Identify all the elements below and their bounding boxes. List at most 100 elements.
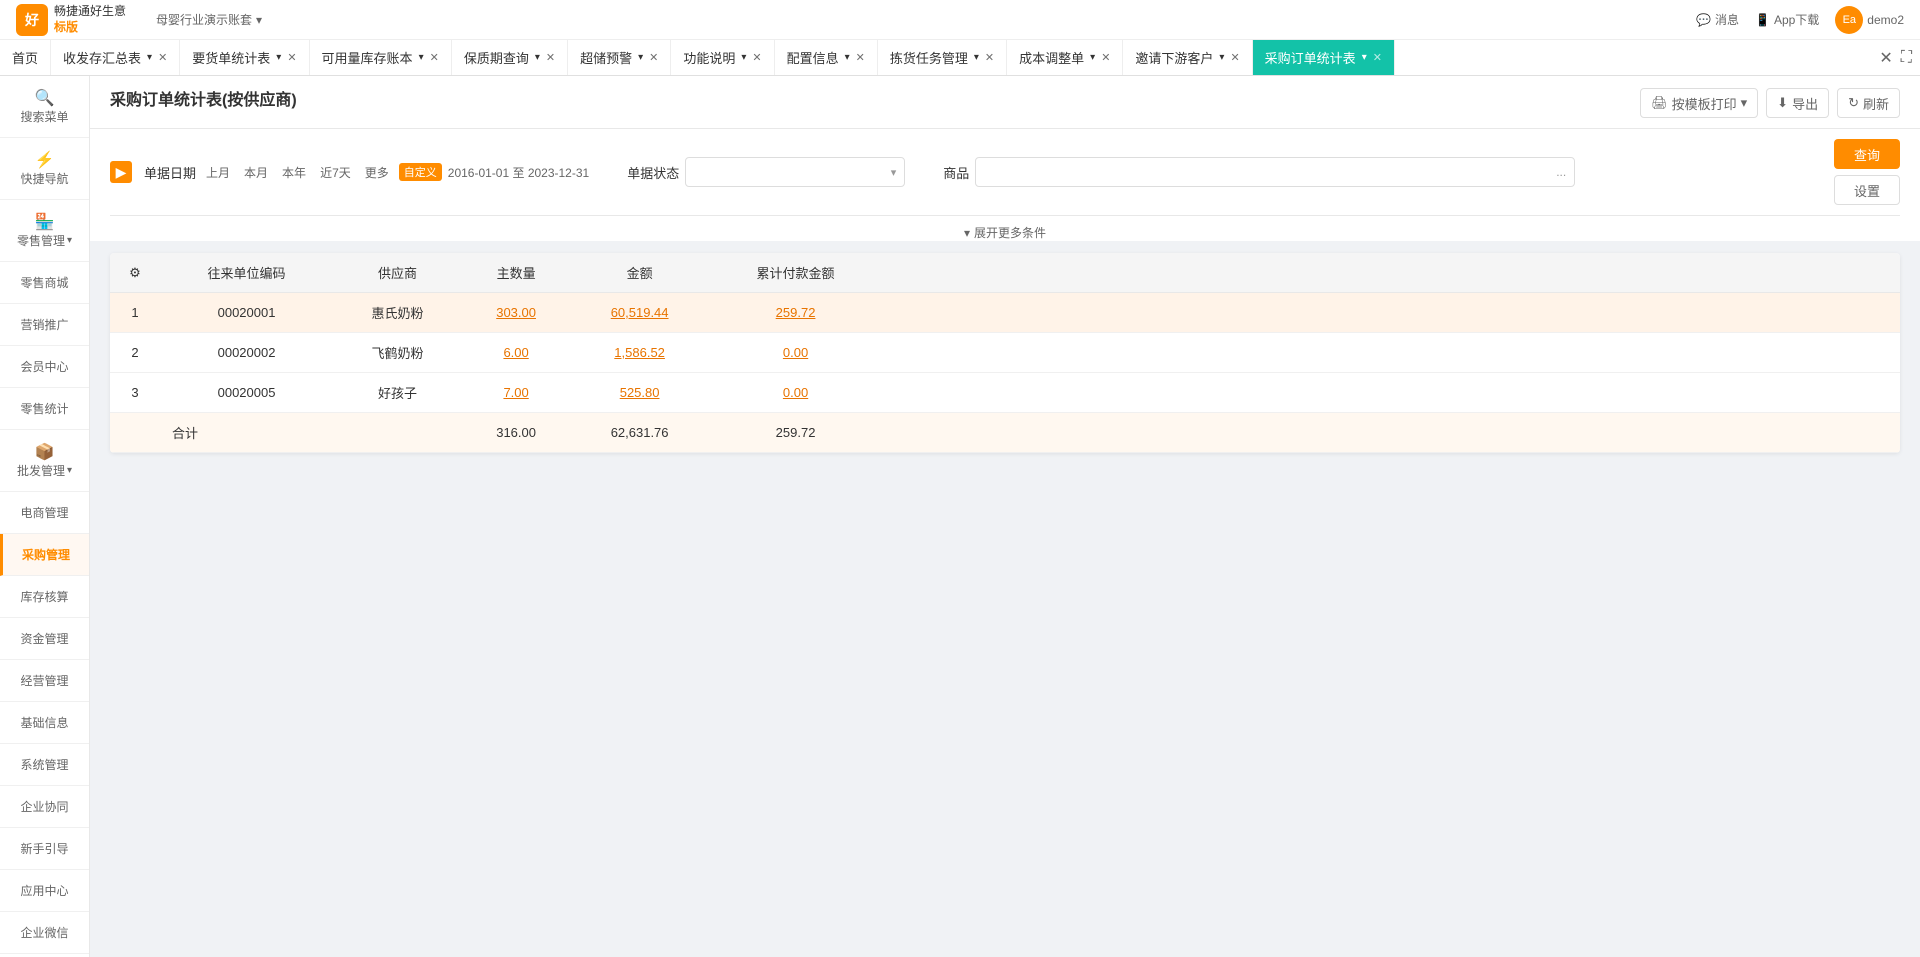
sidebar-item-app-center[interactable]: 应用中心 [0,870,89,912]
tab-close-icon[interactable]: ✕ [1230,51,1239,64]
amount-link[interactable]: 60,519.44 [611,305,669,320]
row-num: 1 [110,293,160,333]
sidebar-item-retail[interactable]: 🏪 零售管理 ▾ [0,200,89,262]
message-button[interactable]: 💬 消息 [1696,11,1739,28]
tab-dropdown-icon: ▾ [1219,52,1224,63]
date-btn-this-month[interactable]: 本月 [240,162,272,183]
search-icon: 🔍 [0,88,89,108]
sidebar-item-label: 企业微信 [0,924,89,941]
sidebar-item-retail-mall[interactable]: 零售商城 [0,262,89,304]
tab-close-icon[interactable]: ✕ [1373,51,1382,64]
sidebar-item-purchase[interactable]: 采购管理 [0,534,89,576]
sidebar-item-shortcut[interactable]: ⚡ 快捷导航 [0,138,89,200]
sidebar-item-system[interactable]: 系统管理 [0,744,89,786]
paid-link[interactable]: 259.72 [776,305,816,320]
sidebar-item-member[interactable]: 会员中心 [0,346,89,388]
export-button[interactable]: ⬇ 导出 [1766,88,1829,118]
tab-purchase-order-stats[interactable]: 采购订单统计表 ▾ ✕ [1253,40,1395,75]
footer-quantity: 316.00 [462,413,570,453]
date-btn-7days[interactable]: 近7天 [316,162,355,183]
sidebar-item-operation[interactable]: 经营管理 [0,660,89,702]
tab-config-info[interactable]: 配置信息 ▾ ✕ [775,40,878,75]
sidebar-item-wholesale[interactable]: 📦 批发管理 ▾ [0,430,89,492]
tab-inventory-account[interactable]: 可用量库存账本 ▾ ✕ [310,40,452,75]
expand-tabs-button[interactable]: ⛶ [1901,49,1912,67]
sidebar-item-retail-stats[interactable]: 零售统计 [0,388,89,430]
sidebar-item-inventory[interactable]: 库存核算 [0,576,89,618]
quantity-link[interactable]: 7.00 [503,385,528,400]
sidebar-item-finance[interactable]: 资金管理 [0,618,89,660]
filter-section: ▶ 单据日期 上月 本月 本年 近7天 更多 自定义 [90,129,1920,241]
tab-close-icon[interactable]: ✕ [752,51,761,64]
tab-close-icon[interactable]: ✕ [158,51,167,64]
tab-close-icon[interactable]: ✕ [649,51,658,64]
amount-link[interactable]: 525.80 [620,385,660,400]
tab-home[interactable]: 首页 [0,40,51,75]
tab-overstock-warning[interactable]: 超储预警 ▾ ✕ [568,40,671,75]
table-row[interactable]: 1 00020001 惠氏奶粉 303.00 60,519.44 259.72 [110,293,1900,333]
tab-expiry-query[interactable]: 保质期查询 ▾ ✕ [452,40,568,75]
goods-input[interactable]: ... [975,157,1575,187]
chevron-down-icon: ▾ [964,226,970,240]
user-profile[interactable]: Ea demo2 [1835,6,1904,34]
tab-purchase-stats[interactable]: 要货单统计表 ▾ ✕ [180,40,309,75]
tab-close-icon[interactable]: ✕ [430,51,439,64]
paid-link[interactable]: 0.00 [783,385,808,400]
table-row[interactable]: 3 00020005 好孩子 7.00 525.80 0.00 [110,373,1900,413]
sidebar-item-marketing[interactable]: 营销推广 [0,304,89,346]
settings-button[interactable]: 设置 [1834,175,1900,205]
tab-close-icon[interactable]: ✕ [546,51,555,64]
quantity-link[interactable]: 303.00 [496,305,536,320]
date-btn-last-month[interactable]: 上月 [202,162,234,183]
sidebar-item-enterprise-wechat[interactable]: 企业微信 [0,912,89,954]
sidebar-item-search[interactable]: 🔍 搜索菜单 [0,76,89,138]
date-filter-field: 单据日期 上月 本月 本年 近7天 更多 自定义 2016-01-01 至 20… [144,162,589,183]
workspace-name: 母婴行业演示账套 [156,11,252,28]
row-extra [882,373,1900,413]
expand-more-button[interactable]: ▾ 展开更多条件 [964,224,1046,241]
sidebar-item-basic[interactable]: 基础信息 [0,702,89,744]
footer-paid: 259.72 [709,413,882,453]
tab-dropdown-icon: ▾ [147,52,152,63]
sidebar-item-new-guide[interactable]: 新手引导 [0,828,89,870]
status-filter-field: 单据状态 ▾ [627,157,905,187]
filter-toggle-button[interactable]: ▶ [110,161,132,183]
tab-close-icon[interactable]: ✕ [856,51,865,64]
message-icon: 💬 [1696,13,1711,27]
main-layout: 🔍 搜索菜单 ⚡ 快捷导航 🏪 零售管理 ▾ 零售商城 营销推广 会员中心 零售… [0,76,1920,957]
date-btn-this-year[interactable]: 本年 [278,162,310,183]
template-print-button[interactable]: 🖨 按模板打印 ▾ [1640,88,1758,118]
amount-link[interactable]: 1,586.52 [614,345,665,360]
sidebar-item-ecommerce[interactable]: 电商管理 [0,492,89,534]
tab-close-icon[interactable]: ✕ [1101,51,1110,64]
paid-link[interactable]: 0.00 [783,345,808,360]
tab-close-icon[interactable]: ✕ [287,51,296,64]
date-btn-more[interactable]: 更多 [361,162,393,183]
page-title: 采购订单统计表(按供应商) [110,86,297,110]
row-supplier: 惠氏奶粉 [333,293,462,333]
tab-label: 保质期查询 [464,48,529,67]
goods-more-icon[interactable]: ... [1556,165,1566,179]
refresh-button[interactable]: ↻ 刷新 [1837,88,1900,118]
app-download-button[interactable]: 📱 App下载 [1755,11,1819,28]
tab-picking-task[interactable]: 拣货任务管理 ▾ ✕ [878,40,1007,75]
tab-function-desc[interactable]: 功能说明 ▾ ✕ [671,40,774,75]
row-paid: 0.00 [709,333,882,373]
sidebar-item-label: 搜索菜单 [0,108,89,125]
tab-dropdown-icon: ▾ [1362,52,1367,63]
tab-receive-send[interactable]: 收发存汇总表 ▾ ✕ [51,40,180,75]
tab-cost-adjust[interactable]: 成本调整单 ▾ ✕ [1007,40,1123,75]
settings-gear-icon: ⚙ [129,265,141,280]
date-range-display: 2016-01-01 至 2023-12-31 [448,164,589,181]
chevron-down-icon: ▾ [67,465,72,476]
sidebar-item-label: 系统管理 [0,756,89,773]
status-select[interactable]: ▾ [685,157,905,187]
close-all-tabs-button[interactable]: ✕ [1879,48,1892,68]
tab-close-icon[interactable]: ✕ [985,51,994,64]
tab-invite-downstream[interactable]: 邀请下游客户 ▾ ✕ [1123,40,1252,75]
query-button[interactable]: 查询 [1834,139,1900,169]
workspace-selector[interactable]: 母婴行业演示账套 ▾ [156,11,262,28]
table-row[interactable]: 2 00020002 飞鹤奶粉 6.00 1,586.52 0.00 [110,333,1900,373]
sidebar-item-enterprise-coop[interactable]: 企业协同 [0,786,89,828]
quantity-link[interactable]: 6.00 [503,345,528,360]
